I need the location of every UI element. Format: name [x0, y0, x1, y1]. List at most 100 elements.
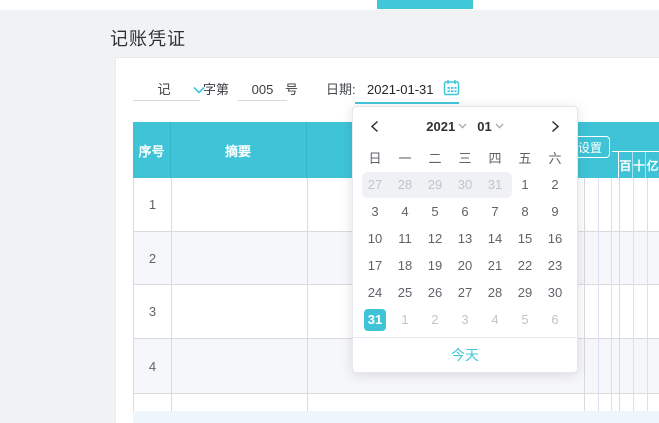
voucher-word-select[interactable]: 记	[133, 82, 195, 98]
calendar-day[interactable]: 22	[510, 252, 540, 279]
caret-down-icon	[495, 123, 504, 129]
calendar-day[interactable]: 3	[360, 198, 390, 225]
prev-month-button[interactable]	[367, 118, 383, 135]
calendar-day[interactable]: 30	[540, 279, 570, 306]
weekday-label: 五	[518, 150, 532, 166]
calendar-day[interactable]: 30	[450, 171, 480, 198]
chevron-left-icon	[370, 120, 379, 132]
column-header-summary: 摘要	[224, 143, 251, 159]
row-number: 4	[148, 358, 157, 374]
calendar-day-selected[interactable]: 31	[360, 306, 390, 333]
row-number: 3	[148, 304, 157, 319]
row-number: 1	[148, 197, 157, 212]
word-suffix-label: 字第	[203, 82, 230, 97]
date-input[interactable]: 2021-01-31	[367, 82, 434, 98]
date-picker-popup: 2021 01 日 一 二 三 四 五 六 27 28 29 30 31 1 2…	[352, 106, 578, 373]
calendar-day[interactable]: 7	[480, 198, 510, 225]
calendar-day[interactable]: 13	[450, 225, 480, 252]
calendar-day[interactable]: 16	[540, 225, 570, 252]
weekday-label: 日	[368, 150, 382, 166]
weekday-label: 三	[458, 150, 472, 166]
calendar-day[interactable]: 4	[480, 306, 510, 333]
calendar-day[interactable]: 26	[420, 279, 450, 306]
date-picker-header: 2021 01	[353, 107, 577, 145]
next-month-button[interactable]	[547, 118, 563, 135]
calendar-day[interactable]: 23	[540, 252, 570, 279]
column-divider	[584, 178, 585, 411]
calendar-day[interactable]: 5	[420, 198, 450, 225]
calendar-day[interactable]: 6	[450, 198, 480, 225]
digit-header: 十	[631, 152, 646, 178]
today-button[interactable]: 今天	[451, 345, 479, 365]
word-underline	[133, 100, 200, 101]
column-header-index: 序号	[138, 143, 165, 159]
calendar-day[interactable]: 29	[420, 171, 450, 198]
amount-digit-headers: 百 十 亿	[618, 152, 659, 178]
calendar-day[interactable]: 11	[390, 225, 420, 252]
calendar-day[interactable]: 20	[450, 252, 480, 279]
table-row[interactable]	[134, 394, 659, 411]
digit-divider	[598, 178, 599, 411]
active-tab-indicator[interactable]	[377, 0, 473, 9]
table-bottom-strip	[133, 411, 659, 423]
year-month-selectors: 2021 01	[426, 118, 504, 134]
calendar-day[interactable]: 25	[390, 279, 420, 306]
calendar-day[interactable]: 19	[420, 252, 450, 279]
app-screen: 记账凭证 记 字第 005 号 日期: 2021-01-31 序号 摘要 设置 …	[0, 0, 659, 423]
calendar-day[interactable]: 8	[510, 198, 540, 225]
calendar-day[interactable]: 28	[480, 279, 510, 306]
caret-down-icon	[458, 123, 467, 129]
calendar-day[interactable]: 1	[510, 171, 540, 198]
calendar-day[interactable]: 27	[360, 171, 390, 198]
calendar-day[interactable]: 5	[510, 306, 540, 333]
calendar-day[interactable]: 1	[390, 306, 420, 333]
column-divider	[307, 178, 308, 411]
header-divider	[306, 122, 307, 178]
calendar-day[interactable]: 29	[510, 279, 540, 306]
chevron-right-icon	[551, 120, 560, 132]
calendar-icon[interactable]	[443, 79, 460, 96]
number-suffix-label: 号	[285, 82, 299, 97]
weekday-label: 二	[428, 150, 442, 166]
date-label: 日期:	[326, 82, 356, 97]
digit-divider	[647, 178, 648, 411]
page-title: 记账凭证	[110, 29, 186, 49]
year-value: 2021	[426, 118, 456, 134]
month-value: 01	[477, 118, 492, 134]
calendar-day[interactable]: 28	[390, 171, 420, 198]
digit-header: 亿	[645, 152, 659, 178]
weekday-header: 日 一 二 三 四 五 六	[360, 145, 570, 169]
calendar-day[interactable]: 9	[540, 198, 570, 225]
calendar-day[interactable]: 17	[360, 252, 390, 279]
calendar-day[interactable]: 2	[420, 306, 450, 333]
column-divider	[171, 178, 172, 411]
column-divider	[619, 178, 620, 411]
calendar-day[interactable]: 6	[540, 306, 570, 333]
number-underline	[238, 100, 287, 101]
calendar-day[interactable]: 4	[390, 198, 420, 225]
calendar-day[interactable]: 12	[420, 225, 450, 252]
year-select[interactable]: 2021	[426, 119, 467, 134]
calendar-day[interactable]: 21	[480, 252, 510, 279]
digit-divider	[611, 178, 612, 411]
weekday-label: 六	[548, 150, 562, 166]
top-bar	[0, 0, 659, 10]
date-underline	[355, 102, 459, 104]
weekday-label: 一	[398, 150, 412, 166]
calendar-day[interactable]: 15	[510, 225, 540, 252]
calendar-day[interactable]: 24	[360, 279, 390, 306]
calendar-day[interactable]: 27	[450, 279, 480, 306]
calendar-day[interactable]: 10	[360, 225, 390, 252]
calendar-day[interactable]: 2	[540, 171, 570, 198]
calendar-day[interactable]: 3	[450, 306, 480, 333]
voucher-number-input[interactable]: 005	[238, 82, 287, 98]
calendar-day-grid: 27 28 29 30 31 1 2 3 4 5 6 7 8 9 10 11 1…	[360, 171, 570, 333]
month-select[interactable]: 01	[477, 118, 504, 134]
calendar-day[interactable]: 14	[480, 225, 510, 252]
digit-header: 百	[619, 158, 632, 173]
calendar-day[interactable]: 18	[390, 252, 420, 279]
calendar-day[interactable]: 31	[480, 171, 510, 198]
weekday-label: 四	[488, 150, 502, 166]
row-number: 2	[148, 250, 157, 266]
date-picker-footer: 今天	[353, 337, 577, 372]
